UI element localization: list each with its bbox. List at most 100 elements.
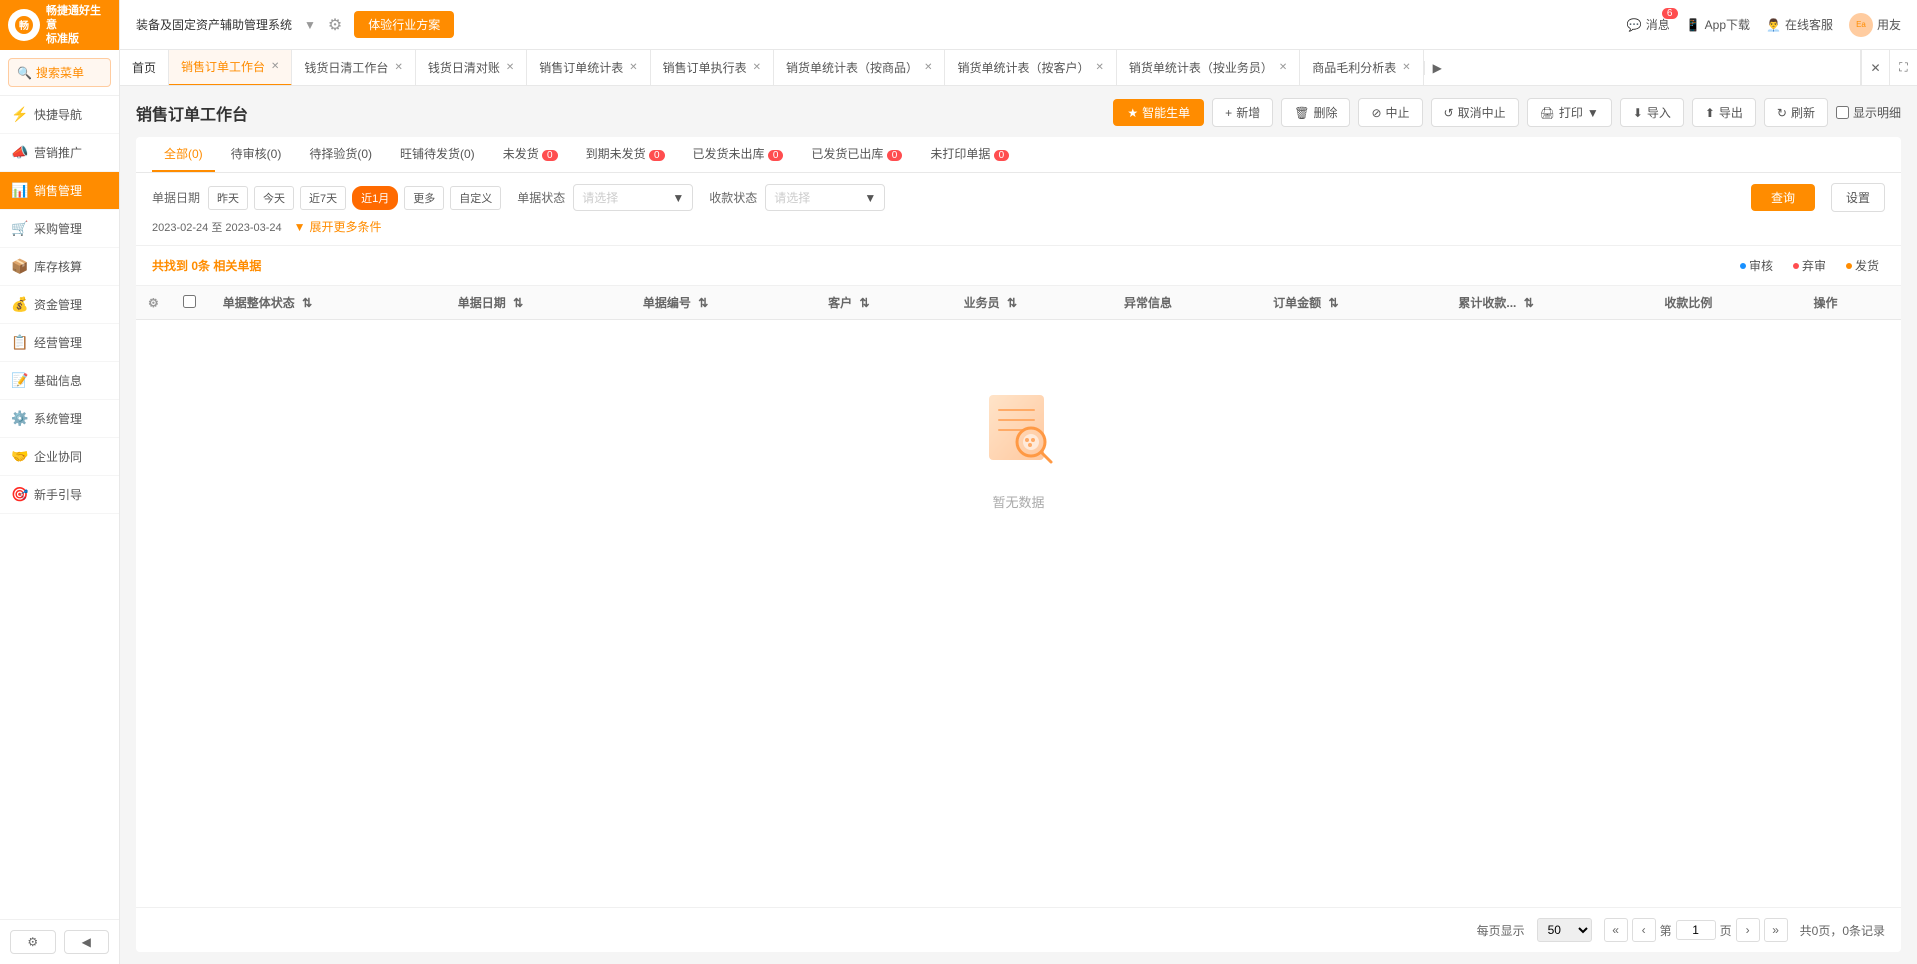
sidebar-item-sales[interactable]: 📊 销售管理 — [0, 172, 119, 210]
filter-7days-btn[interactable]: 近7天 — [300, 186, 346, 210]
online-service-button[interactable]: 👨‍💼 在线客服 — [1766, 16, 1833, 33]
filter-today-btn[interactable]: 今天 — [254, 186, 294, 210]
topbar-gear-icon[interactable]: ⚙ — [328, 15, 342, 35]
settings-button[interactable]: ⚙ — [10, 930, 56, 954]
last-page-button[interactable]: » — [1764, 918, 1788, 942]
app-download-button[interactable]: 📱 App下载 — [1686, 16, 1750, 33]
prev-page-button[interactable]: ‹ — [1632, 918, 1656, 942]
tab-product-profit[interactable]: 商品毛利分析表 ✕ — [1300, 50, 1423, 86]
message-button[interactable]: 💬 消息 6 — [1627, 16, 1670, 33]
sort-collected-icon[interactable]: ⇅ — [1524, 296, 1534, 310]
user-menu[interactable]: Ea 用友 — [1849, 13, 1901, 37]
tab-close-all-button[interactable]: ✕ — [1861, 50, 1889, 86]
tab-maximize-button[interactable]: ⛶ — [1889, 50, 1917, 86]
tab-home[interactable]: 首页 — [120, 50, 169, 86]
system-icon: ⚙️ — [12, 411, 28, 427]
tab-close-cash-reconcile[interactable]: ✕ — [506, 62, 514, 73]
filter-custom-btn[interactable]: 自定义 — [450, 186, 501, 210]
ship-batch-button[interactable]: 发货 — [1840, 254, 1885, 277]
sub-tab-all[interactable]: 全部(0) — [152, 137, 215, 172]
cancel-review-batch-button[interactable]: 弃审 — [1787, 254, 1832, 277]
sub-tab-pending-review[interactable]: 待审核(0) — [219, 137, 294, 172]
review-batch-button[interactable]: 审核 — [1734, 254, 1779, 277]
import-button[interactable]: ⬇ 导入 — [1620, 98, 1684, 127]
tab-cash-daily[interactable]: 钱货日清工作台 ✕ — [292, 50, 415, 86]
tab-sales-summary-customer[interactable]: 销货单统计表（按客户） ✕ — [945, 50, 1116, 86]
query-button[interactable]: 查询 — [1751, 184, 1815, 211]
solution-button[interactable]: 体验行业方案 — [354, 11, 454, 38]
tab-sales-summary-staff[interactable]: 销货单统计表（按业务员） ✕ — [1117, 50, 1300, 86]
filter-row2: 2023-02-24 至 2023-03-24 ▼ 展开更多条件 — [152, 218, 1885, 235]
sort-amount-icon[interactable]: ⇅ — [1329, 296, 1339, 310]
table-container: ⚙ 单据整体状态 ⇅ 单据日期 ⇅ — [136, 286, 1901, 907]
sort-salesperson-icon[interactable]: ⇅ — [1007, 296, 1017, 310]
filter-payment-select[interactable]: 请选择 ▼ — [765, 184, 885, 211]
stop-button[interactable]: ⊘ 中止 — [1358, 98, 1422, 127]
sidebar-item-marketing[interactable]: 📣 营销推广 — [0, 134, 119, 172]
tab-sales-workbench[interactable]: 销售订单工作台 ✕ — [169, 50, 292, 86]
tab-sales-stats[interactable]: 销售订单统计表 ✕ — [527, 50, 650, 86]
sub-tabs: 全部(0) 待审核(0) 待择验货(0) 旺铺待发货(0) 未发货 0 到期未发… — [136, 137, 1901, 173]
filter-status-select[interactable]: 请选择 ▼ — [573, 184, 693, 211]
sidebar-item-guide[interactable]: 🎯 新手引导 — [0, 476, 119, 514]
filter-1month-btn[interactable]: 近1月 — [352, 186, 398, 210]
filter-more-btn[interactable]: 更多 — [404, 186, 444, 210]
sales-icon: 📊 — [12, 183, 28, 199]
sub-tab-not-shipped[interactable]: 未发货 0 — [491, 137, 570, 172]
tab-cash-reconcile[interactable]: 钱货日清对账 ✕ — [416, 50, 527, 86]
tab-close-cash-daily[interactable]: ✕ — [394, 62, 402, 73]
sub-tab-shipped-stored[interactable]: 已发货已出库 0 — [799, 137, 914, 172]
sub-tab-expired-not-shipped[interactable]: 到期未发货 0 — [574, 137, 677, 172]
page-title: 销售订单工作台 — [136, 101, 248, 125]
sort-status-icon[interactable]: ⇅ — [302, 296, 312, 310]
tab-close-product-profit[interactable]: ✕ — [1402, 62, 1410, 73]
sort-customer-icon[interactable]: ⇅ — [860, 296, 870, 310]
sidebar-item-enterprise[interactable]: 🤝 企业协同 — [0, 438, 119, 476]
tab-close-sales-summary-product[interactable]: ✕ — [924, 62, 932, 73]
tab-close-sales-execute[interactable]: ✕ — [753, 62, 761, 73]
sub-tab-shipped-not-stored[interactable]: 已发货未出库 0 — [681, 137, 796, 172]
tab-sales-summary-product[interactable]: 销货单统计表（按商品） ✕ — [774, 50, 945, 86]
sort-number-icon[interactable]: ⇅ — [698, 296, 708, 310]
tab-close-sales-workbench[interactable]: ✕ — [271, 61, 279, 72]
expand-filter-button[interactable]: ▼ 展开更多条件 — [294, 218, 382, 235]
sidebar-item-purchase[interactable]: 🛒 采购管理 — [0, 210, 119, 248]
filter-yesterday-btn[interactable]: 昨天 — [208, 186, 248, 210]
search-menu-button[interactable]: 🔍 搜索菜单 — [8, 58, 111, 87]
page-number-input[interactable] — [1676, 920, 1716, 940]
add-button[interactable]: + 新增 — [1212, 98, 1273, 127]
show-detail-input[interactable] — [1836, 106, 1849, 119]
sub-tab-wangpu[interactable]: 旺铺待发货(0) — [388, 137, 487, 172]
cancel-stop-button[interactable]: ↺ 取消中止 — [1431, 98, 1519, 127]
show-detail-checkbox[interactable]: 显示明细 — [1836, 104, 1901, 121]
export-button[interactable]: ⬆ 导出 — [1692, 98, 1756, 127]
next-page-button[interactable]: › — [1736, 918, 1760, 942]
tab-sales-execute[interactable]: 销售订单执行表 ✕ — [651, 50, 774, 86]
sort-date-icon[interactable]: ⇅ — [513, 296, 523, 310]
tab-close-sales-stats[interactable]: ✕ — [629, 62, 637, 73]
column-settings-icon[interactable]: ⚙ — [148, 296, 159, 310]
sub-tab-pending-inspect[interactable]: 待择验货(0) — [297, 137, 384, 172]
sidebar-item-finance[interactable]: 💰 资金管理 — [0, 286, 119, 324]
print-icon: 🖨 — [1540, 106, 1555, 120]
delete-button[interactable]: 🗑 删除 — [1281, 98, 1350, 127]
topbar-dropdown-icon[interactable]: ▼ — [304, 18, 316, 32]
sidebar-item-inventory[interactable]: 📦 库存核算 — [0, 248, 119, 286]
first-page-button[interactable]: « — [1604, 918, 1628, 942]
refresh-button[interactable]: ↻ 刷新 — [1764, 98, 1828, 127]
sidebar-item-quick-nav[interactable]: ⚡ 快捷导航 — [0, 96, 119, 134]
sub-tab-not-printed[interactable]: 未打印单据 0 — [918, 137, 1021, 172]
tab-close-sales-summary-staff[interactable]: ✕ — [1279, 62, 1287, 73]
sidebar-item-system[interactable]: ⚙️ 系统管理 — [0, 400, 119, 438]
select-all-checkbox[interactable] — [183, 295, 196, 308]
filter-setting-button[interactable]: 设置 — [1831, 183, 1885, 212]
page-size-select[interactable]: 50 10 20 100 — [1537, 918, 1592, 942]
tab-close-sales-summary-customer[interactable]: ✕ — [1095, 62, 1103, 73]
filter-status-label: 单据状态 — [517, 189, 565, 206]
sidebar-item-operation[interactable]: 📋 经营管理 — [0, 324, 119, 362]
smart-create-button[interactable]: ★ 智能生单 — [1113, 99, 1204, 126]
collapse-button[interactable]: ◀ — [64, 930, 110, 954]
tab-more-button[interactable]: ▶ — [1424, 61, 1450, 75]
sidebar-item-basic[interactable]: 📝 基础信息 — [0, 362, 119, 400]
print-button[interactable]: 🖨 打印 ▼ — [1527, 98, 1612, 127]
